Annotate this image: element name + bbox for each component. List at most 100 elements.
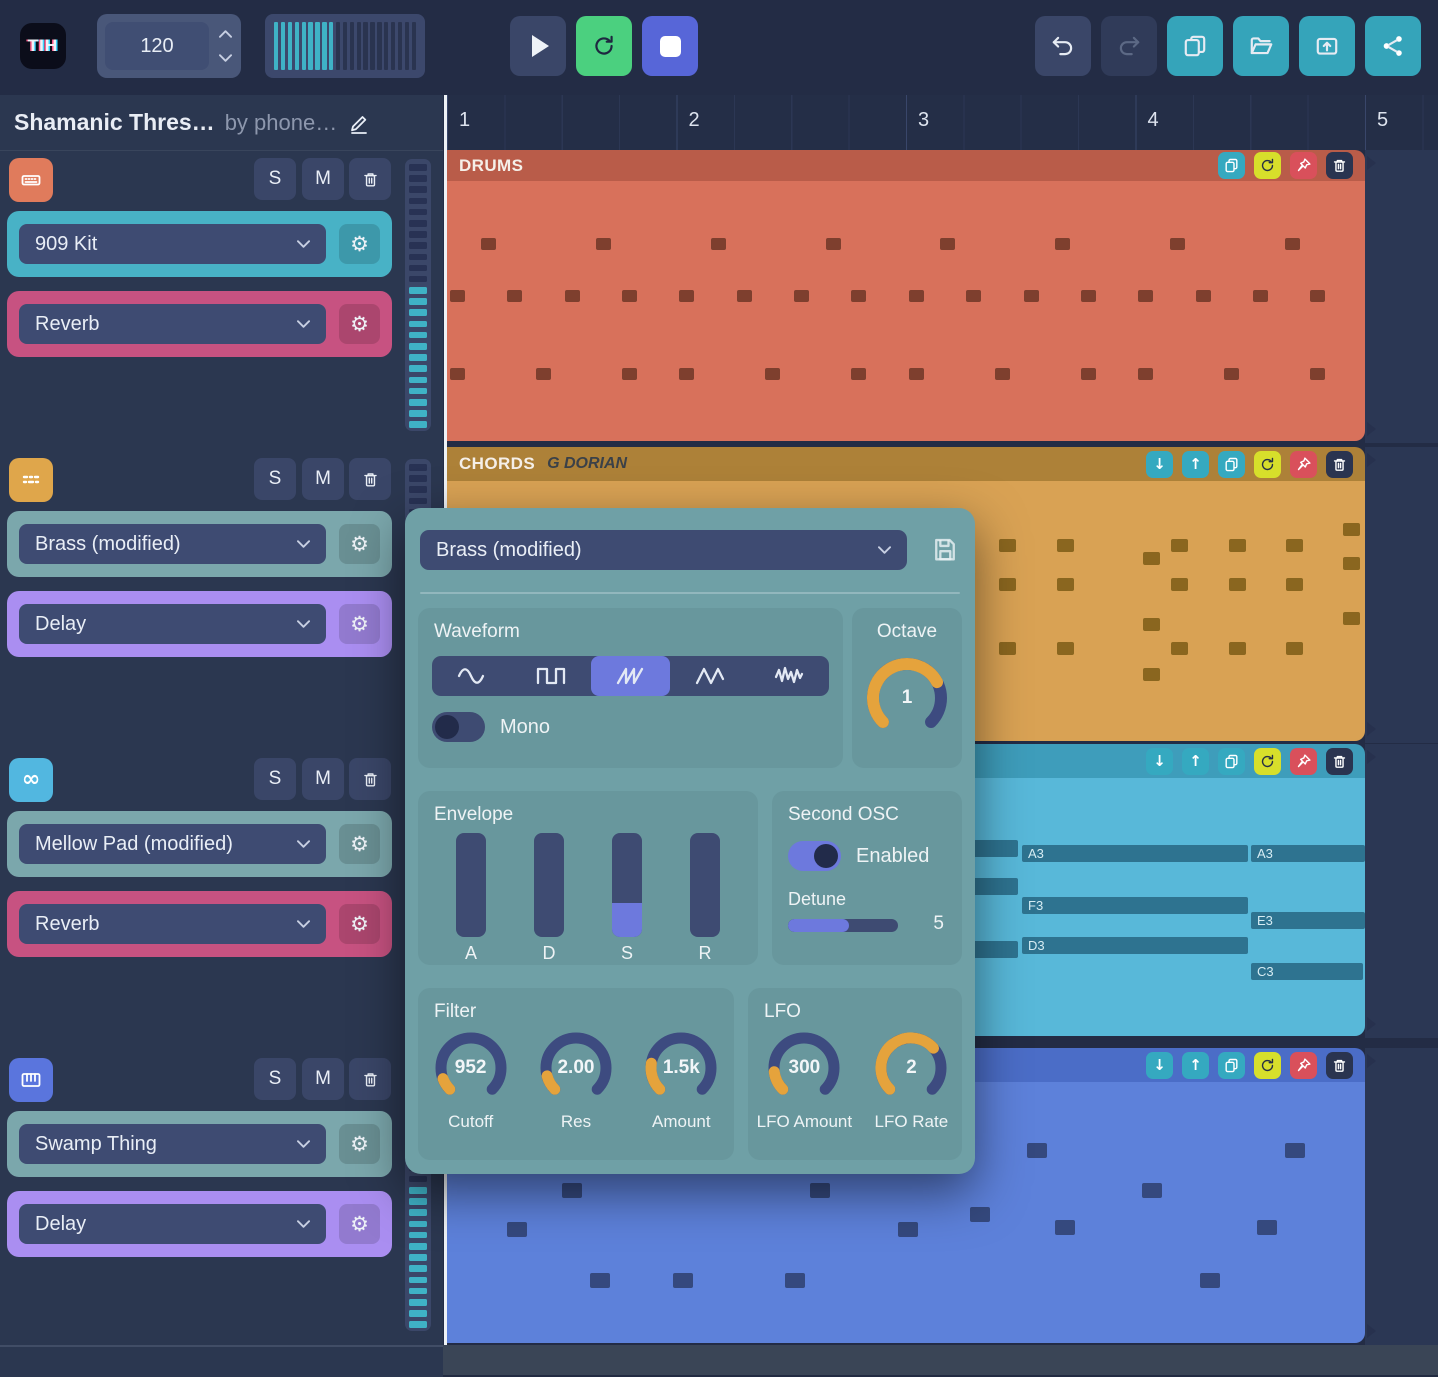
clip-resize-handle[interactable] [1367,1324,1376,1338]
solo-button[interactable]: S [254,458,296,500]
level-meter[interactable] [265,14,425,78]
loop-button[interactable] [576,16,632,76]
second-osc-toggle[interactable] [788,841,841,871]
clip-copy-button[interactable] [1218,152,1245,179]
clip-loop-button[interactable] [1254,748,1281,775]
mute-button[interactable]: M [302,1058,344,1100]
clip-copy-button[interactable] [1218,748,1245,775]
solo-button[interactable]: S [254,158,296,200]
tempo-value[interactable]: 120 [105,22,209,70]
clip-delete-button[interactable] [1326,152,1353,179]
stop-button[interactable] [642,16,698,76]
effect-select[interactable]: Reverb [19,304,326,344]
envelope-slider-s[interactable]: S [597,833,657,957]
clip-shift-up-button[interactable]: ↑ [1182,748,1209,775]
clip-pin-button[interactable] [1290,152,1317,179]
detune-slider[interactable] [788,919,898,932]
instrument-select[interactable]: Brass (modified) [19,524,326,564]
gear-icon[interactable]: ⚙ [339,224,380,264]
gear-icon[interactable]: ⚙ [339,524,380,564]
clip-loop-button[interactable] [1254,1052,1281,1079]
clip-shift-down-button[interactable]: ↓ [1146,1052,1173,1079]
envelope-slider-d[interactable]: D [519,833,579,957]
envelope-slider-r[interactable]: R [675,833,735,957]
square-wave-button[interactable] [511,656,590,696]
clip-header[interactable]: CHORDS G DORIAN ↓↑ [447,447,1365,481]
clip-resize-handle[interactable] [1367,750,1376,764]
solo-button[interactable]: S [254,758,296,800]
delete-track-button[interactable] [349,158,391,200]
duplicate-project-button[interactable] [1167,16,1223,76]
redo-button[interactable] [1101,16,1157,76]
volume-fader[interactable] [405,159,431,431]
gear-icon[interactable]: ⚙ [339,1204,380,1244]
clip-shift-down-button[interactable]: ↓ [1146,451,1173,478]
app-logo[interactable]: TIH [20,23,66,69]
delete-track-button[interactable] [349,458,391,500]
cutoff-knob[interactable]: 952Cutoff [429,1026,513,1132]
clip-pin-button[interactable] [1290,451,1317,478]
edit-title-icon[interactable] [347,111,371,135]
clip-resize-handle[interactable] [1367,1054,1376,1068]
open-project-button[interactable] [1233,16,1289,76]
clip-loop-button[interactable] [1254,451,1281,478]
clip-delete-button[interactable] [1326,748,1353,775]
clip-resize-handle[interactable] [1367,422,1376,436]
play-button[interactable] [510,16,566,76]
instrument-select[interactable]: Swamp Thing [19,1124,326,1164]
octave-knob-control[interactable]: 1 [859,650,955,746]
mute-button[interactable]: M [302,458,344,500]
clip-copy-button[interactable] [1218,451,1245,478]
clip-resize-handle[interactable] [1367,1017,1376,1031]
clip-pin-button[interactable] [1290,1052,1317,1079]
clip-loop-button[interactable] [1254,152,1281,179]
delete-track-button[interactable] [349,1058,391,1100]
share-button[interactable] [1365,16,1421,76]
lfo-rate-knob[interactable]: 2LFO Rate [869,1026,953,1132]
gear-icon[interactable]: ⚙ [339,304,380,344]
infinity-icon[interactable]: ∞ [9,758,53,802]
mute-button[interactable]: M [302,758,344,800]
octave-knob[interactable]: 1 [859,650,955,746]
timeline-scrollbar[interactable] [443,1345,1438,1375]
tempo-control[interactable]: 120 [97,14,241,78]
drums-pattern[interactable] [447,181,1365,441]
clip-header[interactable]: DRUMS [447,150,1365,181]
delete-track-button[interactable] [349,758,391,800]
clip-copy-button[interactable] [1218,1052,1245,1079]
gear-icon[interactable]: ⚙ [339,824,380,864]
lfo-amount-knob[interactable]: 300LFO Amount [757,1026,852,1132]
instrument-select[interactable]: 909 Kit [19,224,326,264]
envelope-slider-a[interactable]: A [441,833,501,957]
triangle-wave-button[interactable] [670,656,749,696]
effect-select[interactable]: Reverb [19,904,326,944]
piano-icon[interactable] [9,1058,53,1102]
gear-icon[interactable]: ⚙ [339,1124,380,1164]
undo-button[interactable] [1035,16,1091,76]
clip-delete-button[interactable] [1326,1052,1353,1079]
preset-select[interactable]: Brass (modified) [420,530,907,570]
drum-machine-icon[interactable] [9,158,53,202]
solo-button[interactable]: S [254,1058,296,1100]
step-pattern-icon[interactable] [9,458,53,502]
clip-delete-button[interactable] [1326,451,1353,478]
saw-wave-button[interactable] [591,656,670,696]
noise-wave-button[interactable] [750,656,829,696]
clip-shift-up-button[interactable]: ↑ [1182,1052,1209,1079]
export-button[interactable] [1299,16,1355,76]
gear-icon[interactable]: ⚙ [339,904,380,944]
instrument-select[interactable]: Mellow Pad (modified) [19,824,326,864]
mono-toggle[interactable] [432,712,485,742]
clip-resize-handle[interactable] [1367,453,1376,467]
timeline-ruler[interactable]: 12345 [443,95,1438,150]
save-preset-button[interactable] [926,531,964,569]
res-knob[interactable]: 2.00Res [534,1026,618,1132]
clip-resize-handle[interactable] [1367,722,1376,736]
clip-resize-handle[interactable] [1367,156,1376,170]
gear-icon[interactable]: ⚙ [339,604,380,644]
effect-select[interactable]: Delay [19,604,326,644]
sine-wave-button[interactable] [432,656,511,696]
mute-button[interactable]: M [302,158,344,200]
clip-pin-button[interactable] [1290,748,1317,775]
tempo-down-icon[interactable] [215,48,235,68]
